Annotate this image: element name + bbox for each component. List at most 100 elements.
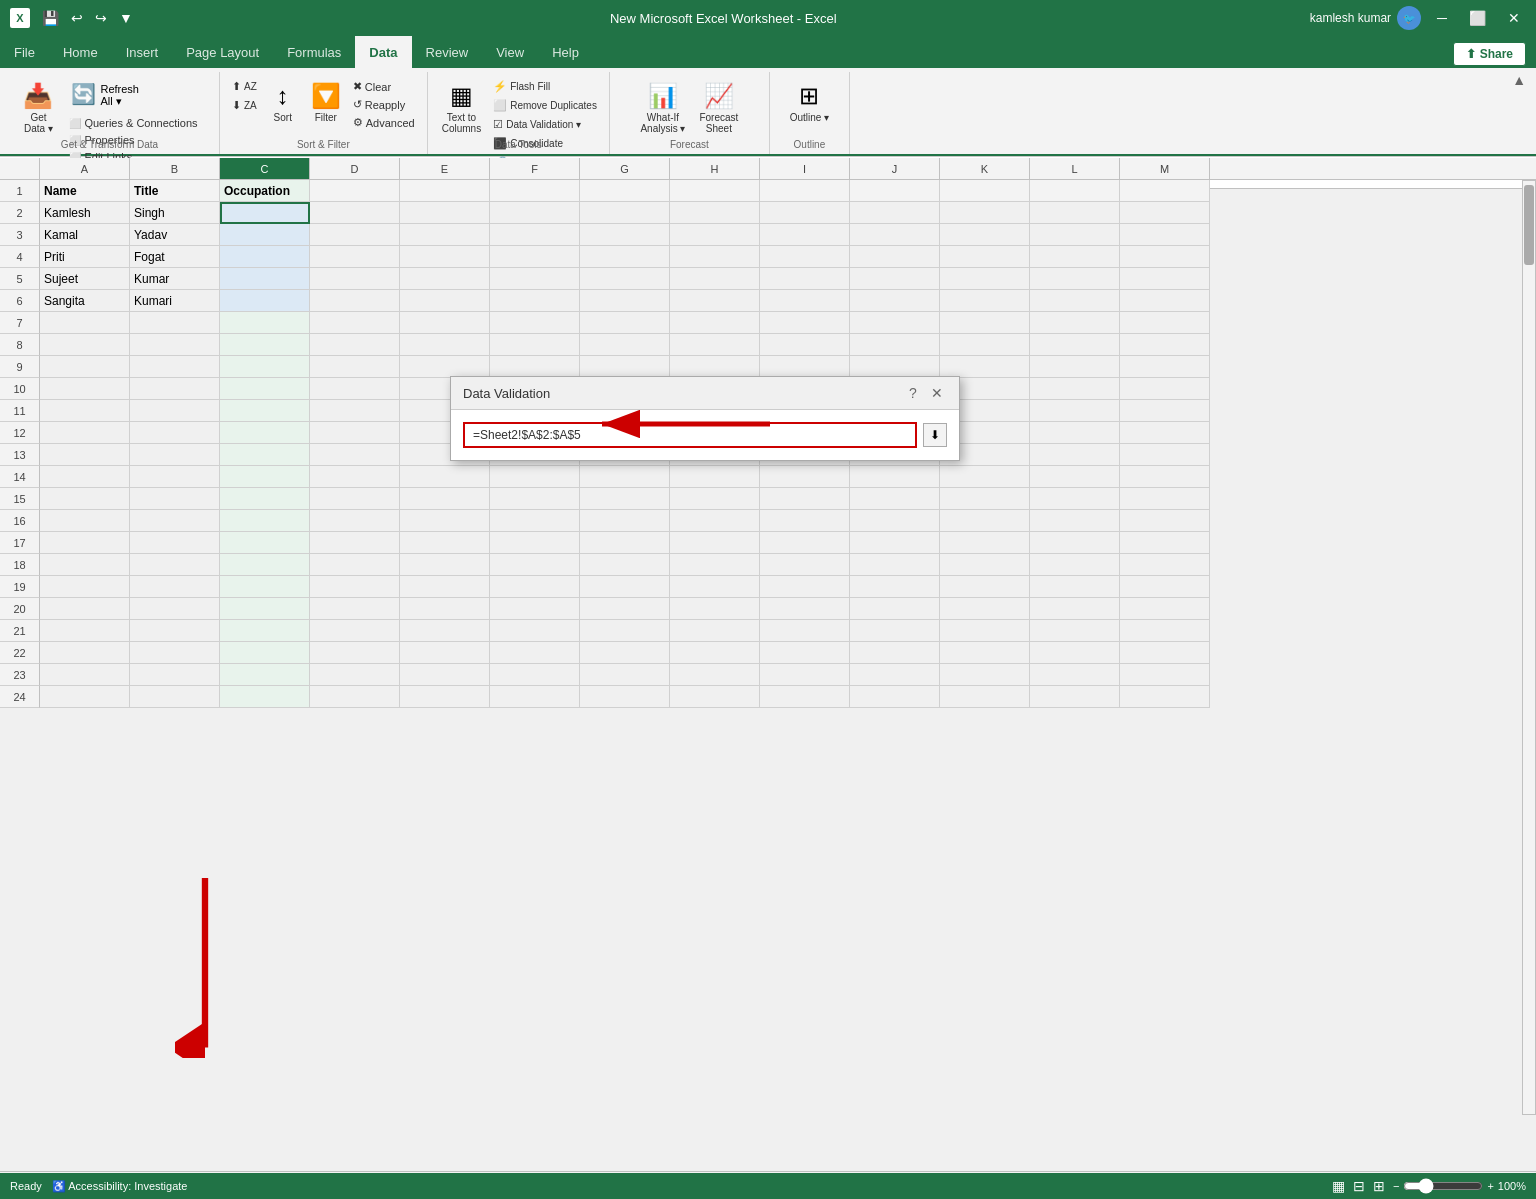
cell-C24[interactable]	[220, 686, 310, 708]
cell-D6[interactable]	[310, 290, 400, 312]
cell-M10[interactable]	[1120, 378, 1210, 400]
cell-C10[interactable]	[220, 378, 310, 400]
cell-J5[interactable]	[850, 268, 940, 290]
cell-D24[interactable]	[310, 686, 400, 708]
cell-L2[interactable]	[1030, 202, 1120, 224]
cell-G19[interactable]	[580, 576, 670, 598]
cell-C18[interactable]	[220, 554, 310, 576]
cell-J2[interactable]	[850, 202, 940, 224]
row-num-1[interactable]: 1	[0, 180, 40, 202]
cell-J8[interactable]	[850, 334, 940, 356]
cell-M11[interactable]	[1120, 400, 1210, 422]
cell-L21[interactable]	[1030, 620, 1120, 642]
row-num-20[interactable]: 20	[0, 598, 40, 620]
cell-D21[interactable]	[310, 620, 400, 642]
cell-D15[interactable]	[310, 488, 400, 510]
cell-K14[interactable]	[940, 466, 1030, 488]
cell-G9[interactable]	[580, 356, 670, 378]
cell-H16[interactable]	[670, 510, 760, 532]
cell-F1[interactable]	[490, 180, 580, 202]
cell-M15[interactable]	[1120, 488, 1210, 510]
cell-B15[interactable]	[130, 488, 220, 510]
cell-H2[interactable]	[670, 202, 760, 224]
cell-K6[interactable]	[940, 290, 1030, 312]
cell-H6[interactable]	[670, 290, 760, 312]
customize-qat-button[interactable]: ▼	[115, 8, 137, 28]
clear-button[interactable]: ✖ Clear	[349, 78, 419, 95]
row-num-2[interactable]: 2	[0, 202, 40, 224]
cell-H17[interactable]	[670, 532, 760, 554]
tab-help[interactable]: Help	[538, 36, 593, 68]
cell-E24[interactable]	[400, 686, 490, 708]
refresh-all-button[interactable]: 🔄 Refresh All ▾	[65, 78, 201, 112]
cell-L5[interactable]	[1030, 268, 1120, 290]
cell-B17[interactable]	[130, 532, 220, 554]
cell-I2[interactable]	[760, 202, 850, 224]
cell-E22[interactable]	[400, 642, 490, 664]
cell-E21[interactable]	[400, 620, 490, 642]
cell-E14[interactable]	[400, 466, 490, 488]
cell-I16[interactable]	[760, 510, 850, 532]
cell-C12[interactable]	[220, 422, 310, 444]
cell-G5[interactable]	[580, 268, 670, 290]
row-num-16[interactable]: 16	[0, 510, 40, 532]
cell-D3[interactable]	[310, 224, 400, 246]
restore-button[interactable]: ⬜	[1463, 8, 1492, 28]
cell-M14[interactable]	[1120, 466, 1210, 488]
row-num-8[interactable]: 8	[0, 334, 40, 356]
queries-connections-button[interactable]: ⬜ Queries & Connections	[65, 115, 201, 131]
cell-K19[interactable]	[940, 576, 1030, 598]
row-num-13[interactable]: 13	[0, 444, 40, 466]
cell-I17[interactable]	[760, 532, 850, 554]
cell-D2[interactable]	[310, 202, 400, 224]
cell-I21[interactable]	[760, 620, 850, 642]
cell-I5[interactable]	[760, 268, 850, 290]
cell-C15[interactable]	[220, 488, 310, 510]
cell-E23[interactable]	[400, 664, 490, 686]
page-break-view-button[interactable]: ⊞	[1373, 1178, 1385, 1194]
cell-D12[interactable]	[310, 422, 400, 444]
cell-G17[interactable]	[580, 532, 670, 554]
col-header-L[interactable]: L	[1030, 158, 1120, 179]
cell-A1[interactable]: Name	[40, 180, 130, 202]
cell-B5[interactable]: Kumar	[130, 268, 220, 290]
cell-H15[interactable]	[670, 488, 760, 510]
data-validation-button[interactable]: ☑Data Validation ▾	[489, 116, 601, 133]
cell-D20[interactable]	[310, 598, 400, 620]
tab-home[interactable]: Home	[49, 36, 112, 68]
cell-M9[interactable]	[1120, 356, 1210, 378]
cell-K2[interactable]	[940, 202, 1030, 224]
cell-J18[interactable]	[850, 554, 940, 576]
cell-M24[interactable]	[1120, 686, 1210, 708]
cell-B18[interactable]	[130, 554, 220, 576]
cell-F16[interactable]	[490, 510, 580, 532]
row-num-12[interactable]: 12	[0, 422, 40, 444]
dialog-help-button[interactable]: ?	[903, 383, 923, 403]
flash-fill-button[interactable]: ⚡Flash Fill	[489, 78, 601, 95]
cell-I19[interactable]	[760, 576, 850, 598]
cell-B13[interactable]	[130, 444, 220, 466]
cell-H21[interactable]	[670, 620, 760, 642]
col-header-J[interactable]: J	[850, 158, 940, 179]
outline-button[interactable]: ⊞ Outline ▾	[784, 78, 835, 127]
cell-B1[interactable]: Title	[130, 180, 220, 202]
cell-B16[interactable]	[130, 510, 220, 532]
cell-K8[interactable]	[940, 334, 1030, 356]
cell-C1[interactable]: Occupation	[220, 180, 310, 202]
cell-A12[interactable]	[40, 422, 130, 444]
cell-B12[interactable]	[130, 422, 220, 444]
cell-A11[interactable]	[40, 400, 130, 422]
cell-C21[interactable]	[220, 620, 310, 642]
row-num-3[interactable]: 3	[0, 224, 40, 246]
cell-C7[interactable]	[220, 312, 310, 334]
cell-L4[interactable]	[1030, 246, 1120, 268]
save-button[interactable]: 💾	[38, 8, 63, 28]
cell-K21[interactable]	[940, 620, 1030, 642]
get-data-button[interactable]: 📥 GetData ▾	[17, 78, 59, 138]
cell-L3[interactable]	[1030, 224, 1120, 246]
cell-M13[interactable]	[1120, 444, 1210, 466]
redo-button[interactable]: ↪	[91, 8, 111, 28]
cell-F22[interactable]	[490, 642, 580, 664]
cell-C19[interactable]	[220, 576, 310, 598]
cell-H18[interactable]	[670, 554, 760, 576]
